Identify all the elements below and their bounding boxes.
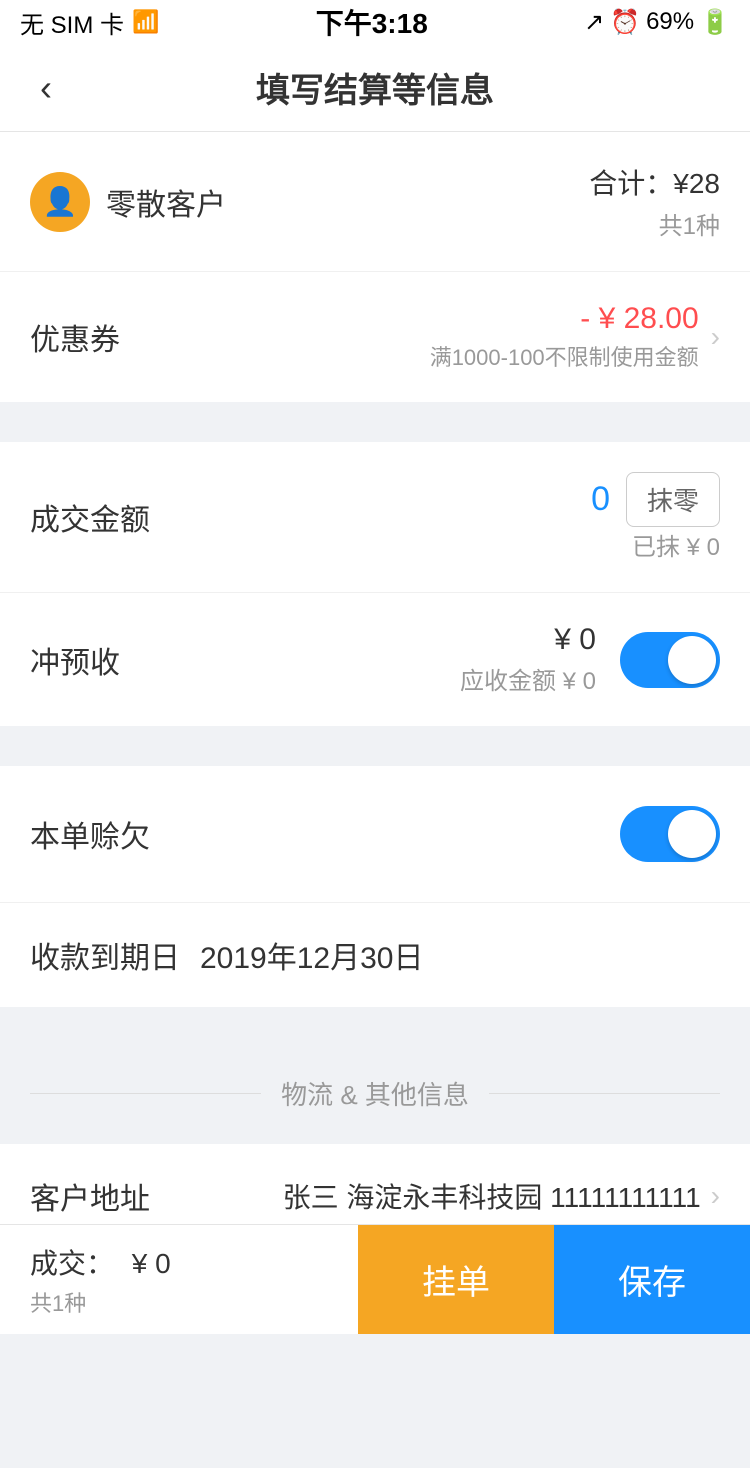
precharge-right: ¥ 0 应收金额 ¥ 0: [460, 623, 720, 696]
coupon-discount: - ¥ 28.00: [430, 302, 699, 336]
status-time: 下午3:18: [316, 2, 428, 42]
coupon-right: - ¥ 28.00 满1000-100不限制使用金额 ›: [430, 302, 720, 372]
deal-amount-row: 成交金额 0 抹零 已抹 ¥ 0: [0, 442, 750, 593]
debit-row: 本单赊欠: [0, 766, 750, 902]
customer-right: 合计：¥28 共1种: [589, 162, 720, 241]
deal-amount-col: 0 抹零 已抹 ¥ 0: [550, 472, 720, 562]
precharge-row: 冲预收 ¥ 0 应收金额 ¥ 0: [0, 593, 750, 726]
coupon-description: 满1000-100不限制使用金额: [430, 340, 699, 372]
divider-2: [0, 746, 750, 766]
address-label: 客户地址: [30, 1174, 150, 1218]
nav-bar: ‹ 填写结算等信息: [0, 44, 750, 132]
avatar: 👤: [30, 172, 90, 232]
precharge-sub-amount: 应收金额 ¥ 0: [460, 661, 596, 696]
bottom-deal-label: 成交：: [30, 1248, 114, 1279]
precharge-toggle[interactable]: [620, 632, 720, 688]
battery-label: 69%: [646, 8, 694, 36]
avatar-icon: 👤: [43, 185, 78, 218]
precharge-main-amount: ¥ 0: [460, 623, 596, 657]
address-value: 张三 海淀永丰科技园 11111111111: [283, 1176, 701, 1216]
rounded-amount: 已抹 ¥ 0: [550, 527, 720, 562]
debit-label: 本单赊欠: [30, 812, 150, 856]
alarm-icon: ⏰: [610, 8, 640, 37]
deal-amount-label: 成交金额: [30, 495, 150, 539]
due-date-label: 收款到期日: [30, 933, 180, 977]
logistics-header: 物流 & 其他信息: [0, 1047, 750, 1140]
deal-amount-right: 0 抹零 已抹 ¥ 0: [550, 472, 720, 562]
hold-button[interactable]: 挂单: [358, 1225, 554, 1334]
due-date-row[interactable]: 收款到期日 2019年12月30日: [0, 902, 750, 1007]
bottom-deal-amount: ¥ 0: [132, 1248, 171, 1279]
battery-icon: 🔋: [700, 8, 730, 37]
customer-name: 零散客户: [106, 180, 226, 224]
bottom-count: 共1种: [30, 1286, 328, 1318]
precharge-amounts: ¥ 0 应收金额 ¥ 0: [460, 623, 596, 696]
deal-amount-input[interactable]: 0: [550, 480, 610, 519]
item-count: 共1种: [589, 206, 720, 241]
customer-section: 👤 零散客户 合计：¥28 共1种 优惠券 - ¥ 28.00 满1000-10…: [0, 132, 750, 402]
back-button[interactable]: ‹: [30, 57, 62, 119]
save-button[interactable]: 保存: [554, 1225, 750, 1334]
deal-amount-section: 成交金额 0 抹零 已抹 ¥ 0 冲预收 ¥ 0 应收金额 ¥ 0: [0, 442, 750, 726]
divider-3: [0, 1027, 750, 1047]
due-date-value: 2019年12月30日: [200, 933, 423, 977]
status-right: ↗ ⏰ 69% 🔋: [584, 8, 730, 37]
wifi-icon: 📶: [132, 9, 159, 35]
chevron-right-icon: ›: [711, 321, 720, 353]
logistics-divider: 物流 & 其他信息: [30, 1075, 720, 1112]
bottom-bar: 成交： ¥ 0 共1种 挂单 保存: [0, 1224, 750, 1334]
coupon-label: 优惠券: [30, 315, 120, 359]
address-right: 张三 海淀永丰科技园 11111111111 ›: [283, 1176, 720, 1216]
sim-label: 无 SIM 卡: [20, 5, 124, 40]
logistics-label: 物流 & 其他信息: [281, 1075, 469, 1112]
status-bar: 无 SIM 卡 📶 下午3:18 ↗ ⏰ 69% 🔋: [0, 0, 750, 44]
bottom-info: 成交： ¥ 0 共1种: [0, 1225, 358, 1334]
divider-1: [0, 422, 750, 442]
customer-row: 👤 零散客户 合计：¥28 共1种: [0, 132, 750, 271]
location-icon: ↗: [584, 8, 604, 37]
coupon-info: - ¥ 28.00 满1000-100不限制使用金额: [430, 302, 699, 372]
status-left: 无 SIM 卡 📶: [20, 5, 159, 40]
precharge-label: 冲预收: [30, 638, 120, 682]
bottom-deal-row: 成交： ¥ 0: [30, 1242, 328, 1282]
coupon-row[interactable]: 优惠券 - ¥ 28.00 满1000-100不限制使用金额 ›: [0, 271, 750, 402]
round-zero-button[interactable]: 抹零: [626, 472, 720, 527]
debit-section: 本单赊欠 收款到期日 2019年12月30日: [0, 766, 750, 1007]
total-amount: 合计：¥28: [589, 162, 720, 202]
customer-left: 👤 零散客户: [30, 172, 226, 232]
address-chevron-icon: ›: [711, 1180, 720, 1212]
page-title: 填写结算等信息: [256, 63, 494, 112]
debit-toggle[interactable]: [620, 806, 720, 862]
